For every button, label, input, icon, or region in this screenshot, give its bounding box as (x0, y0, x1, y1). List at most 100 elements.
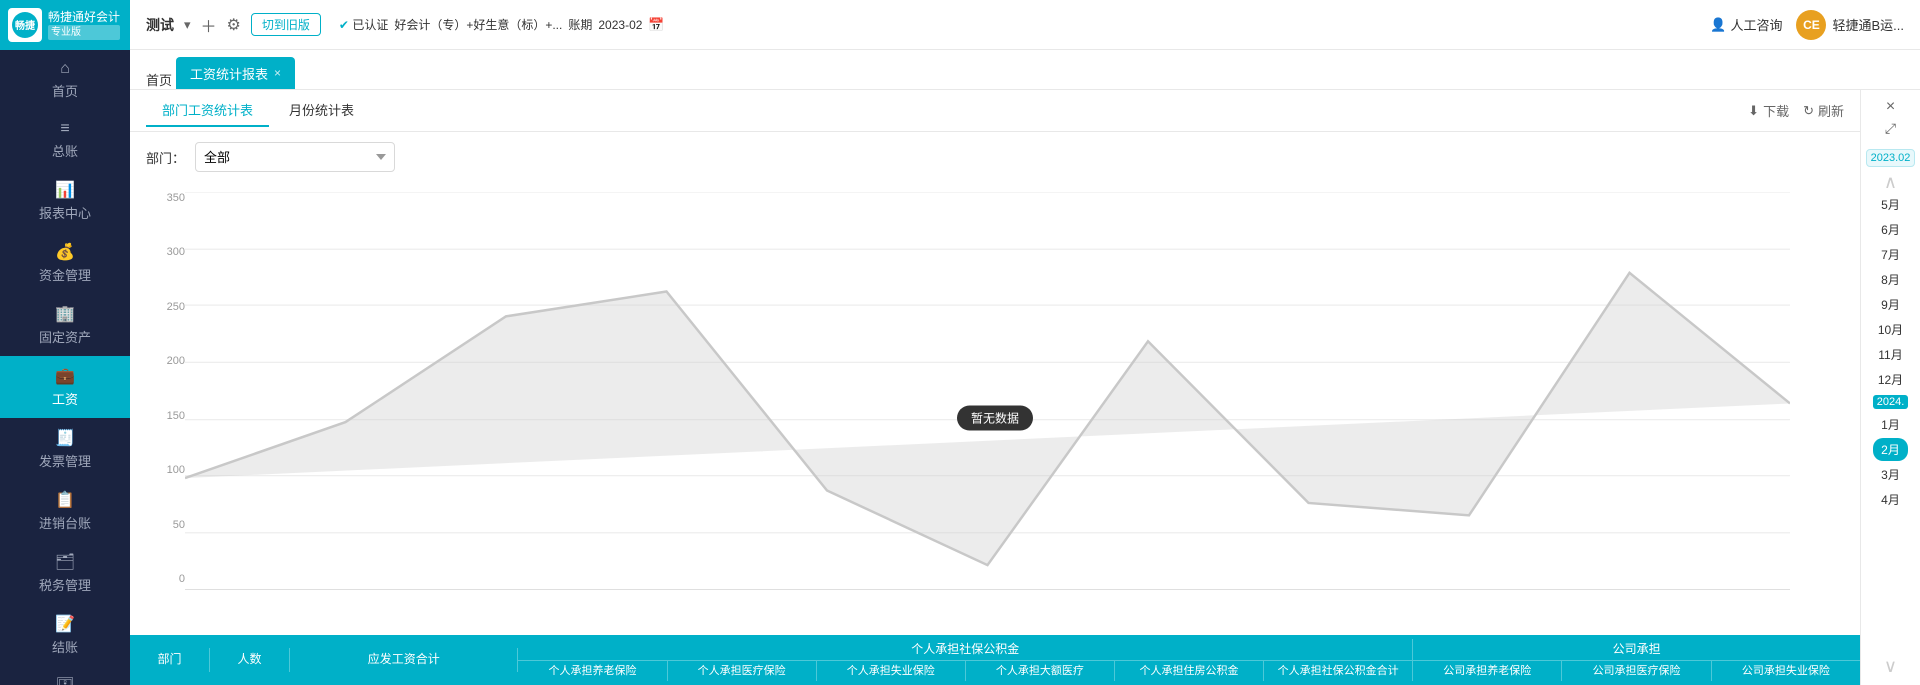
tab-home[interactable]: 首页 (146, 70, 172, 89)
y-label-250: 250 (150, 301, 185, 313)
calendar-icon[interactable]: 📅 (648, 17, 664, 33)
user-avatar[interactable]: CE 轻捷通B运... (1796, 10, 1904, 40)
month-2-2024[interactable]: 2月 (1873, 438, 1908, 461)
th-company-unemployment: 公司承担失业保险 (1712, 661, 1860, 681)
sidebar-item-funds[interactable]: 💰 资金管理 (0, 232, 130, 294)
sidebar-item-label: 结账 (52, 637, 78, 656)
filter-bar: 部门： 全部 销售部 财务部 人事部 (130, 132, 1860, 182)
sidebar-item-salary[interactable]: 💼 工资 (0, 356, 130, 418)
topbar-right: 👤 人工咨询 CE 轻捷通B运... (1710, 10, 1904, 40)
refresh-button[interactable]: ↻ 刷新 (1803, 101, 1844, 120)
month-4-2024[interactable]: 4月 (1875, 488, 1906, 511)
th-personal-medical: 个人承担医疗保险 (668, 661, 817, 681)
month-8[interactable]: 8月 (1875, 268, 1906, 291)
sub-tab-dept[interactable]: 部门工资统计表 (146, 94, 269, 127)
sidebar-item-label: 报表中心 (39, 203, 91, 222)
refresh-icon: ↻ (1803, 103, 1814, 119)
y-label-300: 300 (150, 246, 185, 258)
th-group-personal-header: 个人承担社保公积金 (518, 639, 1412, 662)
gear-button[interactable]: ⚙ (227, 15, 241, 35)
sidebar-nav: ⌂ 首页 ≡ 总账 📊 报表中心 💰 资金管理 🏢 固定资产 💼 工资 🧾 发票… (0, 50, 130, 685)
th-group-personal: 个人承担社保公积金 个人承担养老保险 个人承担医疗保险 个人承担失业保险 个人承… (518, 639, 1413, 682)
th-dept: 部门 (130, 648, 210, 672)
panel-nav-down[interactable]: ∨ (1884, 655, 1897, 677)
th-group-company: 公司承担 公司承担养老保险 公司承担医疗保险 公司承担失业保险 (1413, 639, 1860, 682)
panel-expand-button[interactable]: ⤢ (1885, 120, 1896, 137)
period-value: 2023-02 (598, 18, 642, 32)
sales-icon: 📋 (55, 490, 75, 510)
sidebar-item-label: 首页 (52, 81, 78, 100)
add-button[interactable]: ＋ (201, 13, 217, 37)
ledger-icon: ≡ (60, 120, 69, 138)
download-icon: ⬇ (1748, 103, 1759, 119)
th-personal-unemployment: 个人承担失业保险 (817, 661, 966, 681)
topbar-tags: ✔ ✔ 已认证 已认证 好会计（专）+好生意（标）+... 账期 2023-02… (339, 16, 665, 33)
right-panel: × ⤢ 2023.02 ∧ 5月 6月 7月 8月 9月 10月 11月 12月… (1860, 90, 1920, 685)
month-9[interactable]: 9月 (1875, 293, 1906, 316)
company-name: 测试 (146, 15, 174, 35)
month-6[interactable]: 6月 (1875, 218, 1906, 241)
y-label-200: 200 (150, 355, 185, 367)
sidebar-item-reports[interactable]: 📊 报表中心 (0, 170, 130, 232)
tab-close-icon[interactable]: × (274, 66, 281, 80)
logo-icon: 畅捷 (8, 8, 42, 42)
home-icon: ⌂ (60, 60, 70, 78)
month-7[interactable]: 7月 (1875, 243, 1906, 266)
panel-date-trigger[interactable]: 2023.02 (1866, 149, 1916, 167)
archive-icon: 🗄 (55, 676, 75, 685)
th-group-company-header: 公司承担 (1413, 639, 1860, 662)
sidebar-item-tax[interactable]: 🗂 税务管理 (0, 542, 130, 604)
month-3-2024[interactable]: 3月 (1875, 463, 1906, 486)
sub-tabbar: 部门工资统计表 月份统计表 ⬇ 下载 ↻ 刷新 (130, 90, 1860, 132)
th-company-medical: 公司承担医疗保险 (1562, 661, 1711, 681)
download-button[interactable]: ⬇ 下载 (1748, 101, 1789, 120)
sidebar-item-label: 工资 (52, 389, 78, 408)
sidebar-item-archive[interactable]: 🗄 归档管理 (0, 666, 130, 685)
sidebar-item-assets[interactable]: 🏢 固定资产 (0, 294, 130, 356)
sidebar-item-invoice[interactable]: 🧾 发票管理 (0, 418, 130, 480)
th-personal-total: 个人承担社保公积金合计 (1264, 661, 1412, 681)
funds-icon: 💰 (55, 242, 75, 262)
service-button[interactable]: 👤 人工咨询 (1710, 15, 1782, 34)
sidebar-item-sales[interactable]: 📋 进销台账 (0, 480, 130, 542)
month-10[interactable]: 10月 (1872, 318, 1909, 341)
svg-text:畅捷: 畅捷 (15, 19, 36, 32)
sidebar-item-label: 税务管理 (39, 575, 91, 594)
sidebar-item-label: 发票管理 (39, 451, 91, 470)
sub-tab-actions: ⬇ 下载 ↻ 刷新 (1748, 101, 1844, 120)
checkout-icon: 📝 (55, 614, 75, 634)
sidebar: 畅捷 畅捷通好会计 专业版 ⌂ 首页 ≡ 总账 📊 报表中心 💰 资金管理 🏢 … (0, 0, 130, 685)
month-11[interactable]: 11月 (1872, 343, 1908, 366)
switch-mode-button[interactable]: 切到旧版 (251, 13, 321, 36)
sidebar-item-checkout[interactable]: 📝 结账 (0, 604, 130, 666)
sub-tab-monthly[interactable]: 月份统计表 (273, 94, 370, 127)
panel-months: 5月 6月 7月 8月 9月 10月 11月 12月 2024. 1月 2月 3… (1872, 193, 1909, 655)
y-axis: 0 50 100 150 200 250 300 350 (150, 192, 185, 585)
product-tags: 好会计（专）+好生意（标）+... (394, 16, 562, 33)
tab-salary-report[interactable]: 工资统计报表 × (176, 57, 295, 89)
month-1-2024[interactable]: 1月 (1875, 413, 1906, 436)
chart-svg (185, 192, 1790, 590)
sidebar-logo-text: 畅捷通好会计 专业版 (48, 10, 120, 41)
th-personal-housing-fund: 个人承担住房公积金 (1115, 661, 1264, 681)
sidebar-item-home[interactable]: ⌂ 首页 (0, 50, 130, 110)
page-content: 部门工资统计表 月份统计表 ⬇ 下载 ↻ 刷新 部门： (130, 90, 1860, 685)
month-12[interactable]: 12月 (1872, 368, 1909, 391)
th-company-pension: 公司承担养老保险 (1413, 661, 1562, 681)
th-personal-pension: 个人承担养老保险 (518, 661, 667, 681)
month-5[interactable]: 5月 (1875, 193, 1906, 216)
company-dropdown-icon[interactable]: ▾ (184, 17, 191, 33)
sidebar-item-ledger[interactable]: ≡ 总账 (0, 110, 130, 170)
tabbar: 首页 工资统计报表 × (130, 50, 1920, 90)
sidebar-item-label: 总账 (52, 141, 78, 160)
assets-icon: 🏢 (55, 304, 75, 324)
y-label-0: 0 (150, 573, 185, 585)
panel-close-button[interactable]: × (1886, 98, 1895, 116)
panel-nav-up[interactable]: ∧ (1884, 171, 1897, 193)
tax-icon: 🗂 (55, 552, 75, 572)
department-select[interactable]: 全部 销售部 财务部 人事部 (195, 142, 395, 172)
table-header: 部门 人数 应发工资合计 个人承担社保公积金 个人承担养老保险 个人承担医疗保险… (130, 635, 1860, 685)
main-area: 测试 ▾ ＋ ⚙ 切到旧版 ✔ ✔ 已认证 已认证 好会计（专）+好生意（标）+… (130, 0, 1920, 685)
year-2024-label: 2024. (1873, 395, 1909, 409)
th-personal-major-medical: 个人承担大额医疗 (966, 661, 1115, 681)
